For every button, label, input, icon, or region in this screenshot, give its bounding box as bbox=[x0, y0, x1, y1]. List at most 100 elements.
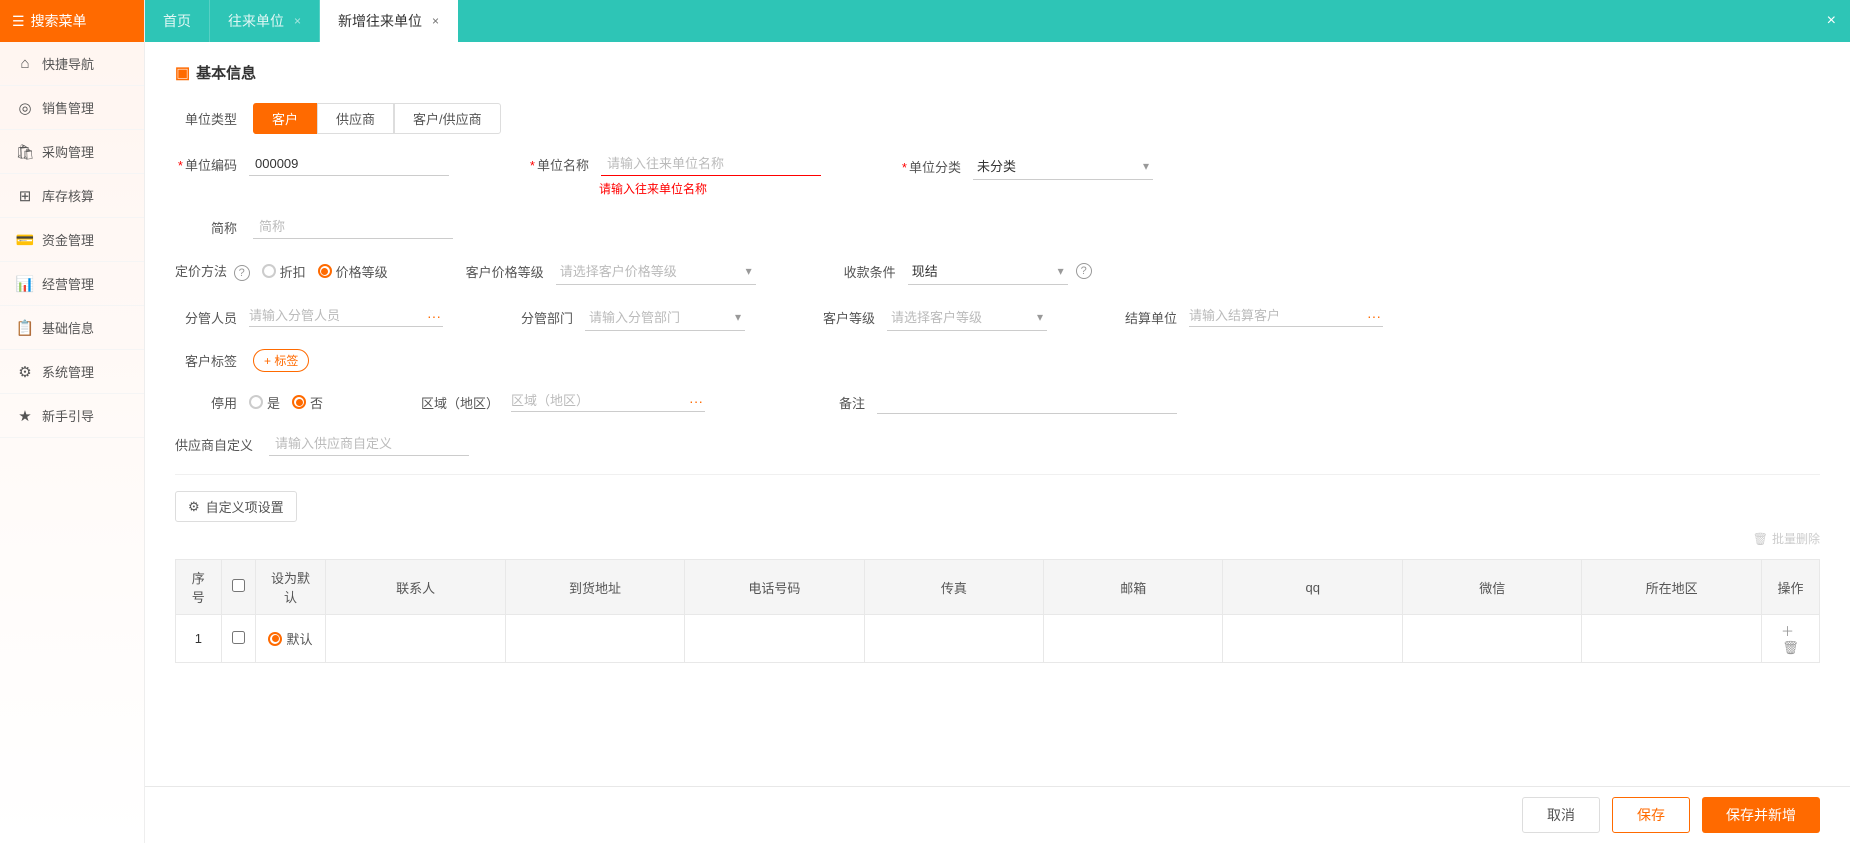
delete-row-icon[interactable]: 🗑 bbox=[1782, 640, 1799, 655]
tab-partner-list[interactable]: 往来单位 × bbox=[210, 0, 320, 42]
region-input[interactable] bbox=[511, 393, 687, 408]
region-ellipsis[interactable]: ··· bbox=[687, 393, 705, 409]
wechat-input[interactable] bbox=[1413, 631, 1571, 646]
contacts-table: 序号 设为默认 联系人 到货地址 电话号码 传真 邮箱 qq 微信 所在地区 操… bbox=[175, 559, 1820, 663]
cell-fax[interactable] bbox=[864, 615, 1043, 663]
cell-phone[interactable] bbox=[685, 615, 864, 663]
select-all-checkbox[interactable] bbox=[232, 579, 245, 592]
type-btn-both[interactable]: 客户/供应商 bbox=[394, 103, 501, 134]
contact-input[interactable] bbox=[336, 631, 494, 646]
alias-label: 简称 bbox=[175, 218, 245, 237]
batch-delete-bar: 🗑 批量删除 bbox=[175, 530, 1820, 547]
yes-radio-circle bbox=[249, 395, 263, 409]
remark-input[interactable] bbox=[877, 390, 1177, 414]
default-radio[interactable]: 默认 bbox=[266, 629, 316, 648]
no-radio-dot bbox=[296, 399, 303, 406]
sidebar-item-basic-info[interactable]: 📋 基础信息 bbox=[0, 306, 144, 350]
address-input[interactable] bbox=[516, 631, 674, 646]
th-phone: 电话号码 bbox=[685, 560, 864, 615]
sidebar-label-sales: 销售管理 bbox=[42, 98, 94, 117]
custom-settings-button[interactable]: ⚙ 自定义项设置 bbox=[175, 491, 297, 522]
cell-qq[interactable] bbox=[1223, 615, 1403, 663]
region-table-input[interactable] bbox=[1592, 631, 1750, 646]
settlement-input[interactable] bbox=[1189, 308, 1365, 323]
th-email: 邮箱 bbox=[1044, 560, 1223, 615]
sidebar-item-purchase[interactable]: 🛍 采购管理 bbox=[0, 130, 144, 174]
payment-cell: 收款条件 现结 ▾ ? bbox=[834, 257, 1092, 285]
batch-delete-label[interactable]: 批量删除 bbox=[1772, 530, 1820, 547]
supplier-custom-label: 供应商自定义 bbox=[175, 435, 261, 454]
sidebar-item-system[interactable]: ⚙ 系统管理 bbox=[0, 350, 144, 394]
divider bbox=[175, 474, 1820, 475]
payment-help-icon[interactable]: ? bbox=[1076, 263, 1092, 279]
pricing-cell: 定价方法 ? 折扣 价格等级 bbox=[175, 261, 388, 281]
row-checkbox[interactable] bbox=[232, 631, 245, 644]
add-row-icon[interactable]: ＋ bbox=[1781, 624, 1794, 639]
bottom-bar: 取消 保存 保存并新增 bbox=[145, 786, 1850, 843]
disabled-cell: 停用 是 否 bbox=[175, 393, 323, 412]
unit-name-input[interactable] bbox=[601, 152, 821, 176]
region-cell: 区域（地区） ··· bbox=[421, 393, 705, 412]
category-chevron-icon: ▾ bbox=[1143, 159, 1149, 173]
type-btn-supplier[interactable]: 供应商 bbox=[317, 103, 394, 134]
supplier-custom-input[interactable] bbox=[269, 432, 469, 456]
cell-check[interactable] bbox=[221, 615, 255, 663]
pricing-radio-discount[interactable]: 折扣 bbox=[262, 262, 306, 281]
add-tag-button[interactable]: + 标签 bbox=[253, 349, 309, 372]
tab-partner-list-close[interactable]: × bbox=[294, 14, 301, 28]
manager-input[interactable] bbox=[249, 308, 425, 323]
settlement-ellipsis[interactable]: ··· bbox=[1365, 308, 1383, 324]
cell-wechat[interactable] bbox=[1403, 615, 1582, 663]
tab-bar-spacer bbox=[458, 0, 1813, 42]
guide-icon: ★ bbox=[16, 407, 34, 425]
discount-radio-circle bbox=[262, 264, 276, 278]
disabled-radio-group: 是 否 bbox=[249, 393, 323, 412]
price-level-radio-dot bbox=[321, 268, 328, 275]
sidebar-item-quick-nav[interactable]: ⌂ 快捷导航 bbox=[0, 42, 144, 86]
th-fax: 传真 bbox=[864, 560, 1043, 615]
unit-code-input[interactable] bbox=[249, 152, 449, 176]
th-seq: 序号 bbox=[176, 560, 222, 615]
sidebar-label-operation: 经营管理 bbox=[42, 274, 94, 293]
type-btn-customer[interactable]: 客户 bbox=[253, 103, 317, 134]
sidebar-item-sales[interactable]: ◎ 销售管理 bbox=[0, 86, 144, 130]
qq-input[interactable] bbox=[1233, 631, 1392, 646]
save-new-button[interactable]: 保存并新增 bbox=[1702, 797, 1820, 833]
cell-address[interactable] bbox=[505, 615, 684, 663]
default-label: 默认 bbox=[286, 629, 312, 648]
dept-select[interactable]: 请输入分管部门 ▾ bbox=[585, 303, 745, 331]
sidebar-item-inventory[interactable]: ⊞ 库存核算 bbox=[0, 174, 144, 218]
dept-label: 分管部门 bbox=[511, 308, 581, 327]
manager-ellipsis[interactable]: ··· bbox=[425, 308, 443, 324]
pricing-help-icon[interactable]: ? bbox=[234, 265, 250, 281]
cancel-button[interactable]: 取消 bbox=[1522, 797, 1600, 833]
phone-input[interactable] bbox=[695, 631, 853, 646]
purchase-icon: 🛍 bbox=[16, 143, 34, 161]
window-close-button[interactable]: × bbox=[1813, 0, 1850, 42]
disabled-radio-no[interactable]: 否 bbox=[292, 393, 323, 412]
pricing-radio-price-level[interactable]: 价格等级 bbox=[318, 262, 388, 281]
sidebar-label-guide: 新手引导 bbox=[42, 406, 94, 425]
email-input[interactable] bbox=[1054, 631, 1212, 646]
customer-price-select[interactable]: 请选择客户价格等级 ▾ bbox=[556, 257, 756, 285]
sidebar: ☰ 搜索菜单 ⌂ 快捷导航 ◎ 销售管理 🛍 采购管理 ⊞ 库存核算 💳 资金管… bbox=[0, 0, 145, 843]
sidebar-item-operation[interactable]: 📊 经营管理 bbox=[0, 262, 144, 306]
tab-home[interactable]: 首页 bbox=[145, 0, 210, 42]
save-button[interactable]: 保存 bbox=[1612, 797, 1690, 833]
payment-select[interactable]: 现结 ▾ bbox=[908, 257, 1068, 285]
tab-new-partner[interactable]: 新增往来单位 × bbox=[320, 0, 458, 42]
cell-contact[interactable] bbox=[326, 615, 505, 663]
unit-name-label: *单位名称 bbox=[527, 155, 597, 174]
fax-input[interactable] bbox=[875, 631, 1033, 646]
unit-category-select[interactable]: 未分类 ▾ bbox=[973, 152, 1153, 180]
cell-email[interactable] bbox=[1044, 615, 1223, 663]
sidebar-search[interactable]: ☰ 搜索菜单 bbox=[0, 0, 144, 42]
tab-new-partner-close[interactable]: × bbox=[432, 14, 439, 28]
th-default: 设为默认 bbox=[255, 560, 326, 615]
sidebar-item-finance[interactable]: 💳 资金管理 bbox=[0, 218, 144, 262]
sidebar-item-guide[interactable]: ★ 新手引导 bbox=[0, 394, 144, 438]
cell-region[interactable] bbox=[1582, 615, 1761, 663]
disabled-radio-yes[interactable]: 是 bbox=[249, 393, 280, 412]
customer-level-select[interactable]: 请选择客户等级 ▾ bbox=[887, 303, 1047, 331]
alias-input[interactable] bbox=[253, 215, 453, 239]
